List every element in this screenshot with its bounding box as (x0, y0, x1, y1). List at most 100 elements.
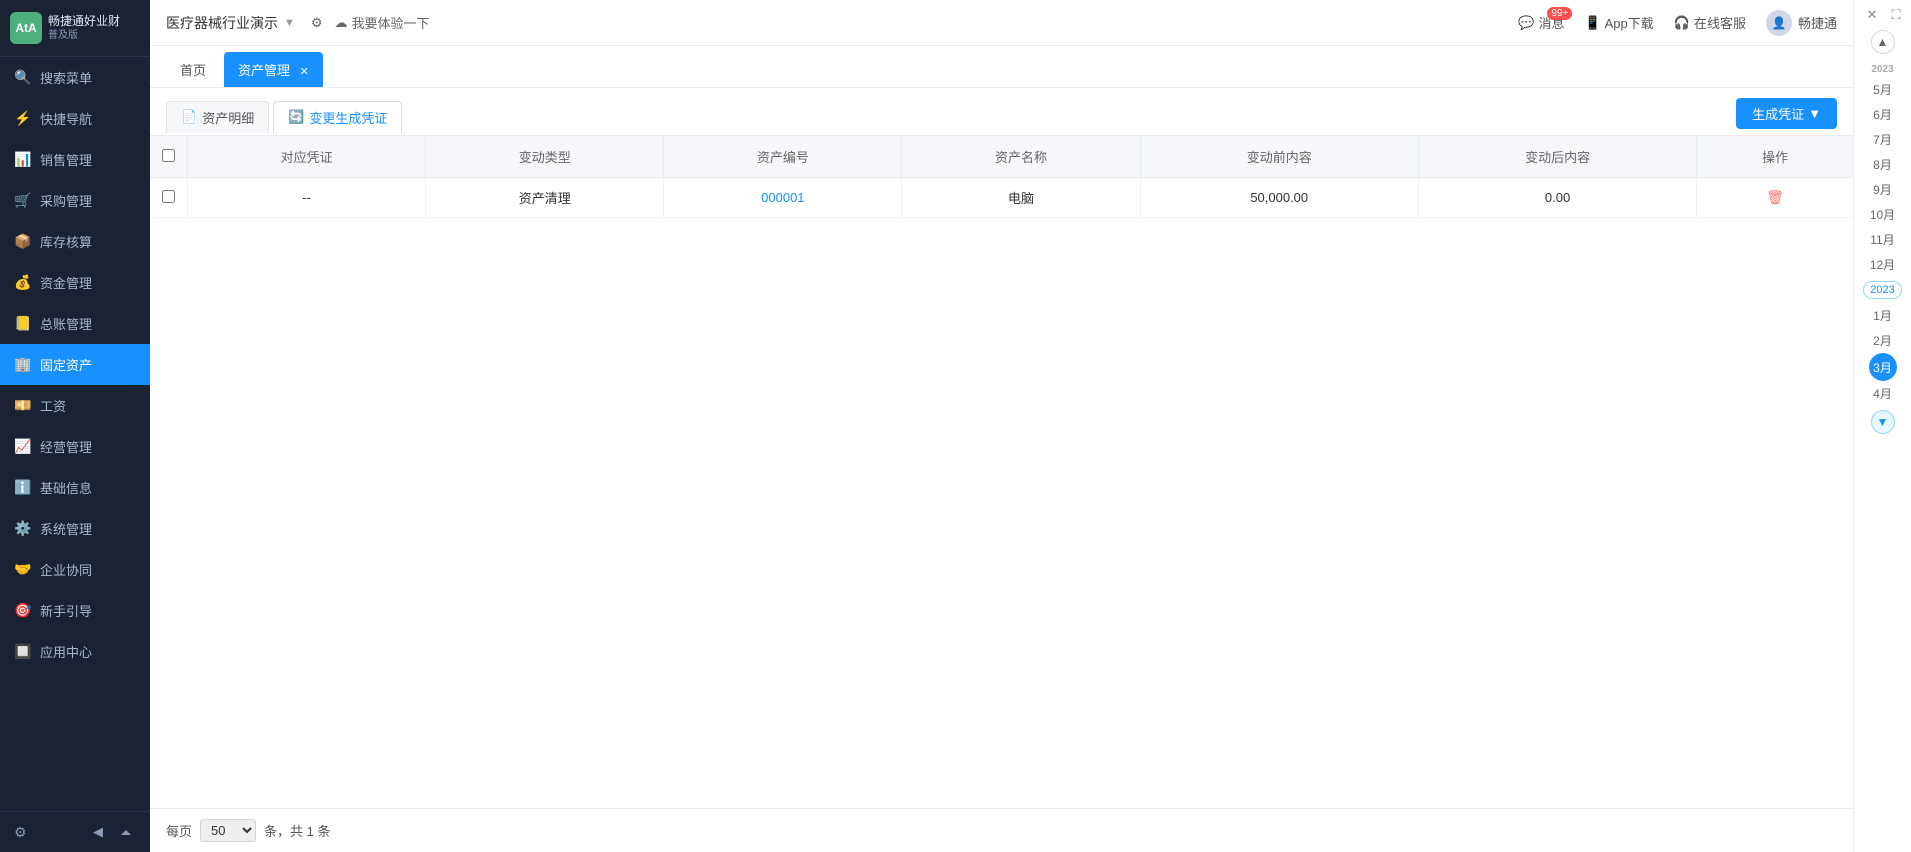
panel-close-icon[interactable]: ✕ (1861, 4, 1883, 26)
sub-tab-asset-detail[interactable]: 📄 资产明细 (166, 101, 269, 133)
customer-service-label: 在线客服 (1694, 13, 1746, 32)
select-all-checkbox[interactable] (162, 149, 175, 162)
logo-icon: AtA (10, 12, 42, 44)
sidebar-item-funds[interactable]: 💰 资金管理 (0, 262, 150, 303)
timeline-month-1[interactable]: 1月 (1854, 303, 1911, 328)
sidebar-item-purchase[interactable]: 🛒 采购管理 (0, 180, 150, 221)
th-change-type: 变动类型 (426, 136, 664, 178)
generate-voucher-button[interactable]: 生成凭证 ▼ (1736, 98, 1837, 129)
sidebar-scroll-up-btn[interactable] (116, 822, 136, 842)
timeline-month-2[interactable]: 2月 (1854, 328, 1911, 353)
sidebar-collapse-btn[interactable]: ◀ (88, 822, 108, 842)
logo-text: 畅捷通好业财 普及版 (48, 14, 120, 43)
page-size-select[interactable]: 10 20 50 100 (200, 819, 256, 842)
generate-voucher-label: 生成凭证 (1752, 104, 1804, 123)
customer-service-action[interactable]: 🎧 在线客服 (1674, 13, 1746, 32)
row-after-content: 0.00 (1418, 178, 1696, 218)
table-row: -- 资产清理 000001 电脑 50,000.00 (150, 178, 1853, 218)
sidebar-item-basic-info[interactable]: ℹ️ 基础信息 (0, 467, 150, 508)
timeline-month-8[interactable]: 8月 (1854, 152, 1911, 177)
sidebar-item-inventory[interactable]: 📦 库存核算 (0, 221, 150, 262)
sidebar-item-quick-nav[interactable]: ⚡ 快捷导航 (0, 98, 150, 139)
tab-home-label: 首页 (180, 63, 206, 78)
row-asset-code: 000001 (664, 178, 902, 218)
sidebar-item-fixed-assets[interactable]: 🏢 固定资产 (0, 344, 150, 385)
page-size-label: 每页 (166, 821, 192, 840)
delete-row-button[interactable]: 🗑 (1766, 189, 1784, 205)
purchase-icon: 🛒 (14, 192, 32, 210)
sidebar-item-label: 快捷导航 (40, 109, 92, 128)
sidebar-item-operations[interactable]: 📈 经营管理 (0, 426, 150, 467)
timeline-month-11[interactable]: 11月 (1854, 227, 1911, 252)
search-icon: 🔍 (14, 69, 32, 87)
total-label: 条，共 1 条 (264, 821, 330, 840)
messages-icon: 💬 (1518, 15, 1534, 31)
company-selector[interactable]: 医疗器械行业演示 ▼ (166, 13, 295, 33)
th-before-content: 变动前内容 (1140, 136, 1418, 178)
sidebar-item-label: 系统管理 (40, 519, 92, 538)
guide-icon: 🎯 (14, 602, 32, 620)
sidebar-item-label: 销售管理 (40, 150, 92, 169)
sidebar-item-label: 基础信息 (40, 478, 92, 497)
timeline-month-4[interactable]: 4月 (1854, 381, 1911, 406)
experience-label: 我要体验一下 (352, 13, 430, 32)
sidebar-item-payroll[interactable]: 💴 工资 (0, 385, 150, 426)
row-change-type: 资产清理 (426, 178, 664, 218)
headset-icon: 🎧 (1674, 15, 1690, 31)
sidebar-item-label: 经营管理 (40, 437, 92, 456)
sidebar-item-label: 应用中心 (40, 642, 92, 661)
tab-asset-mgmt[interactable]: 资产管理 ✕ (224, 52, 323, 87)
sidebar-item-ledger[interactable]: 📒 总账管理 (0, 303, 150, 344)
sidebar-item-system[interactable]: ⚙️ 系统管理 (0, 508, 150, 549)
timeline-year-2023-top: 2023 (1871, 58, 1893, 77)
asset-detail-icon: 📄 (181, 109, 197, 125)
settings-bottom-icon[interactable]: ⚙ (14, 824, 27, 841)
asset-table: 对应凭证 变动类型 资产编号 资产名称 变动前内容 (150, 136, 1853, 218)
ledger-icon: 📒 (14, 315, 32, 333)
sidebar-item-sales[interactable]: 📊 销售管理 (0, 139, 150, 180)
timeline-down-nav[interactable]: ▼ (1871, 410, 1895, 434)
top-header: 医疗器械行业演示 ▼ ⚙ ☁ 我要体验一下 💬 消息 99+ 📱 App下载 🎧… (150, 0, 1853, 46)
timeline-month-9[interactable]: 9月 (1854, 177, 1911, 202)
sidebar-item-cooperation[interactable]: 🤝 企业协同 (0, 549, 150, 590)
row-checkbox[interactable] (162, 190, 175, 203)
panel-expand-icon[interactable]: ⛶ (1885, 4, 1907, 26)
timeline-up-nav[interactable]: ▲ (1871, 30, 1895, 54)
cloud-icon: ☁ (335, 15, 348, 31)
cooperation-icon: 🤝 (14, 561, 32, 579)
sidebar-item-guide[interactable]: 🎯 新手引导 (0, 590, 150, 631)
sidebar-item-label: 资金管理 (40, 273, 92, 292)
row-action: 🗑 (1697, 178, 1853, 218)
timeline-month-5[interactable]: 5月 (1854, 77, 1911, 102)
logo-area: AtA 畅捷通好业财 普及版 (0, 0, 150, 57)
th-voucher: 对应凭证 (188, 136, 426, 178)
timeline-month-6[interactable]: 6月 (1854, 102, 1911, 127)
system-icon: ⚙️ (14, 520, 32, 538)
table-header-row: 对应凭证 变动类型 资产编号 资产名称 变动前内容 (150, 136, 1853, 178)
content-area: 📄 资产明细 🔄 变更生成凭证 生成凭证 ▼ (150, 88, 1853, 852)
tab-home[interactable]: 首页 (166, 52, 220, 87)
messages-action[interactable]: 💬 消息 99+ (1518, 13, 1564, 32)
timeline-month-3-active[interactable]: 3月 (1869, 353, 1897, 381)
timeline-month-7[interactable]: 7月 (1854, 127, 1911, 152)
right-panel: ✕ ⛶ ▲ 2023 5月 6月 7月 8月 9月 10月 11月 12月 20… (1853, 0, 1911, 852)
experience-button[interactable]: ☁ 我要体验一下 (335, 13, 430, 32)
dropdown-arrow-icon: ▼ (1808, 106, 1821, 121)
sidebar-item-label: 搜索菜单 (40, 68, 92, 87)
timeline-month-10[interactable]: 10月 (1854, 202, 1911, 227)
app-download-action[interactable]: 📱 App下载 (1584, 13, 1653, 32)
sidebar-item-apps[interactable]: 🔲 应用中心 (0, 631, 150, 672)
tab-close-icon[interactable]: ✕ (300, 66, 309, 78)
sidebar-item-search[interactable]: 🔍 搜索菜单 (0, 57, 150, 98)
timeline-year-active[interactable]: 2023 (1863, 281, 1901, 299)
funds-icon: 💰 (14, 274, 32, 292)
avatar: 👤 (1766, 10, 1792, 36)
inventory-icon: 📦 (14, 233, 32, 251)
sidebar-item-label: 总账管理 (40, 314, 92, 333)
payroll-icon: 💴 (14, 397, 32, 415)
timeline-month-12[interactable]: 12月 (1854, 252, 1911, 277)
company-settings-icon[interactable]: ⚙ (311, 15, 323, 31)
sub-tab-asset-detail-label: 资产明细 (202, 108, 254, 127)
user-action[interactable]: 👤 畅捷通 (1766, 10, 1837, 36)
sub-tab-change-voucher[interactable]: 🔄 变更生成凭证 (273, 101, 402, 133)
